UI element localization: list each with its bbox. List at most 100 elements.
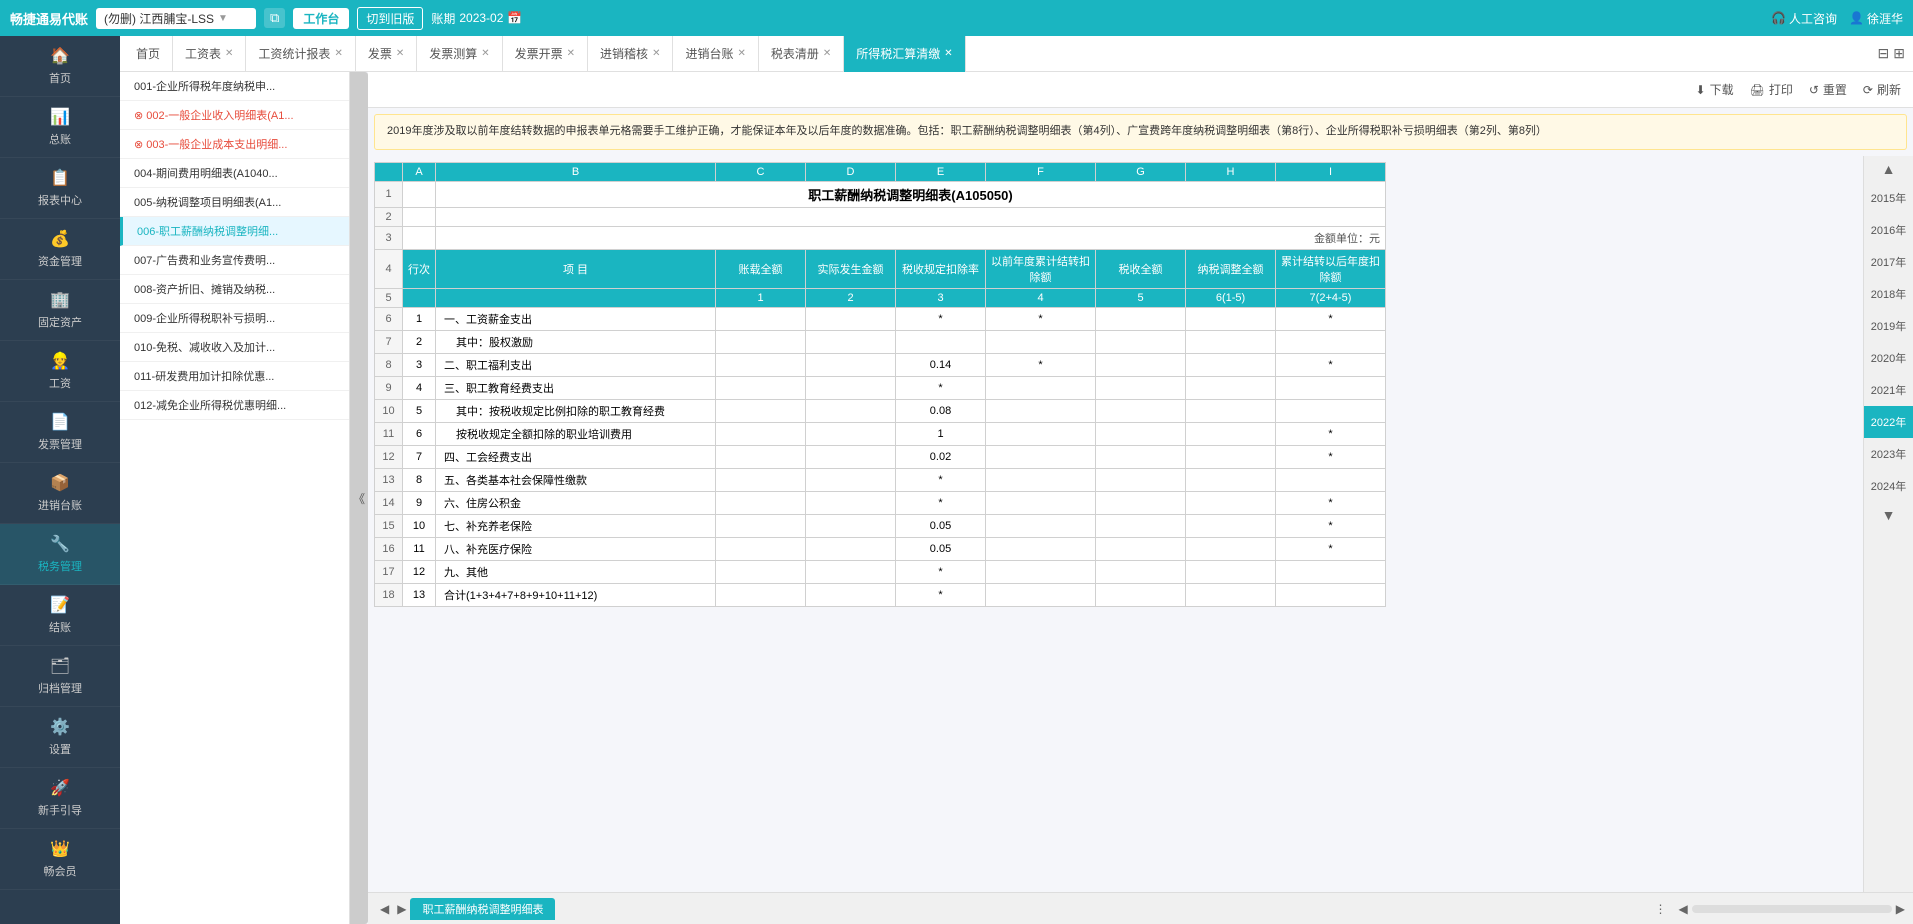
tab-close-icon[interactable]: ✕ [652,48,660,59]
tab-close-icon[interactable]: ✕ [737,48,745,59]
sidebar-item-invoice[interactable]: 📄 发票管理 [0,402,120,463]
list-item[interactable]: 009-企业所得税职补亏损明... [120,304,349,333]
list-item[interactable]: 004-期间费用明细表(A1040... [120,159,349,188]
tab-invoice-open[interactable]: 发票开票 ✕ [503,36,588,72]
cell[interactable]: 0.02 [896,445,986,468]
cell[interactable] [986,330,1096,353]
cell[interactable] [986,422,1096,445]
cell[interactable] [1096,422,1186,445]
cell[interactable] [986,583,1096,606]
cell[interactable]: * [1276,422,1386,445]
tab-close-icon[interactable]: ✕ [823,48,831,59]
tab-tax-list[interactable]: 税表清册 ✕ [759,36,844,72]
sidebar-item-guide[interactable]: 🚀 新手引导 [0,768,120,829]
year-nav-2024[interactable]: 2024年 [1864,470,1913,502]
tab-sales-ledger[interactable]: 进销台账 ✕ [673,36,758,72]
old-version-button[interactable]: 切到旧版 [357,7,423,30]
cell[interactable] [1186,399,1276,422]
scroll-left-icon[interactable]: ◀ [1679,902,1688,916]
cell[interactable] [896,330,986,353]
year-up-arrow[interactable]: ▲ [1877,156,1901,182]
sheet-tab[interactable]: 职工薪酬纳税调整明细表 [410,898,555,920]
year-nav-2021[interactable]: 2021年 [1864,374,1913,406]
sidebar-item-close[interactable]: 📝 结账 [0,585,120,646]
copy-icon[interactable]: ⧉ [264,8,285,28]
calendar-icon[interactable]: 📅 [507,11,522,25]
cell[interactable] [1186,445,1276,468]
list-item[interactable]: 012-减免企业所得税优惠明细... [120,391,349,420]
cell[interactable]: 0.05 [896,537,986,560]
cell[interactable] [716,330,806,353]
cell[interactable] [986,491,1096,514]
cell[interactable] [716,422,806,445]
cell[interactable] [1096,445,1186,468]
cell[interactable] [986,537,1096,560]
cell[interactable] [1186,376,1276,399]
cell[interactable] [1186,468,1276,491]
print-button[interactable]: 🖨 打印 [1750,81,1793,98]
cell[interactable] [1276,399,1386,422]
cell[interactable]: * [1276,514,1386,537]
year-nav-2017[interactable]: 2017年 [1864,246,1913,278]
cell[interactable] [986,445,1096,468]
tab-close-icon[interactable]: ✕ [944,48,952,59]
cell[interactable]: * [1276,491,1386,514]
reset-button[interactable]: ↺ 重置 [1809,81,1847,98]
cell[interactable] [716,307,806,330]
cell[interactable] [806,307,896,330]
download-button[interactable]: ⬇ 下载 [1696,81,1734,98]
cell[interactable] [716,537,806,560]
cell[interactable] [1096,330,1186,353]
tab-minimize-icon[interactable]: ⊟ [1878,45,1890,62]
cell[interactable] [1096,399,1186,422]
list-item[interactable]: ⊗003-一般企业成本支出明细... [120,130,349,159]
sidebar-item-payroll[interactable]: 👷 工资 [0,341,120,402]
cell[interactable] [716,399,806,422]
cell[interactable] [806,353,896,376]
cell[interactable] [806,399,896,422]
year-down-arrow[interactable]: ▼ [1877,502,1901,528]
tab-close-icon[interactable]: ✕ [567,48,575,59]
cell[interactable] [716,491,806,514]
cell[interactable]: * [1276,537,1386,560]
cell[interactable] [1186,353,1276,376]
cell[interactable]: * [896,491,986,514]
cell[interactable] [986,560,1096,583]
cell[interactable] [1096,307,1186,330]
cell[interactable] [806,468,896,491]
list-item-active[interactable]: 006-职工薪酬纳税调整明细... [120,217,349,246]
cell[interactable] [1186,330,1276,353]
list-item[interactable]: 005-纳税调整项目明细表(A1... [120,188,349,217]
user-menu[interactable]: 👤 徐涯华 [1849,10,1903,27]
list-item[interactable]: 007-广告费和业务宣传费明... [120,246,349,275]
cell[interactable] [1276,560,1386,583]
sheet-next-arrow[interactable]: ▶ [397,902,406,916]
horizontal-scrollbar[interactable] [1692,905,1892,913]
cell[interactable]: 0.05 [896,514,986,537]
year-nav-2019[interactable]: 2019年 [1864,310,1913,342]
workbench-button[interactable]: 工作台 [293,8,349,29]
sidebar-item-home[interactable]: 🏠 首页 [0,36,120,97]
cell[interactable] [1096,468,1186,491]
cell[interactable] [1096,560,1186,583]
cell[interactable] [1186,560,1276,583]
cell[interactable] [986,376,1096,399]
cell[interactable] [986,514,1096,537]
cell[interactable]: * [986,353,1096,376]
cell[interactable] [716,583,806,606]
tab-close-icon[interactable]: ✕ [225,48,233,59]
cell[interactable] [986,468,1096,491]
sidebar-item-ledger[interactable]: 📊 总账 [0,97,120,158]
sidebar-item-vip[interactable]: 👑 畅会员 [0,829,120,890]
collapse-panel-button[interactable]: 《 [350,72,368,924]
cell[interactable] [1276,468,1386,491]
spreadsheet-wrapper[interactable]: A B C D E F G H I [368,156,1863,892]
sidebar-item-reports[interactable]: 📋 报表中心 [0,158,120,219]
cell[interactable] [1276,583,1386,606]
cell[interactable] [806,330,896,353]
refresh-button[interactable]: ⟳ 刷新 [1863,81,1901,98]
cell[interactable]: * [896,583,986,606]
cell[interactable]: * [1276,353,1386,376]
cell[interactable] [716,353,806,376]
cell[interactable] [806,491,896,514]
